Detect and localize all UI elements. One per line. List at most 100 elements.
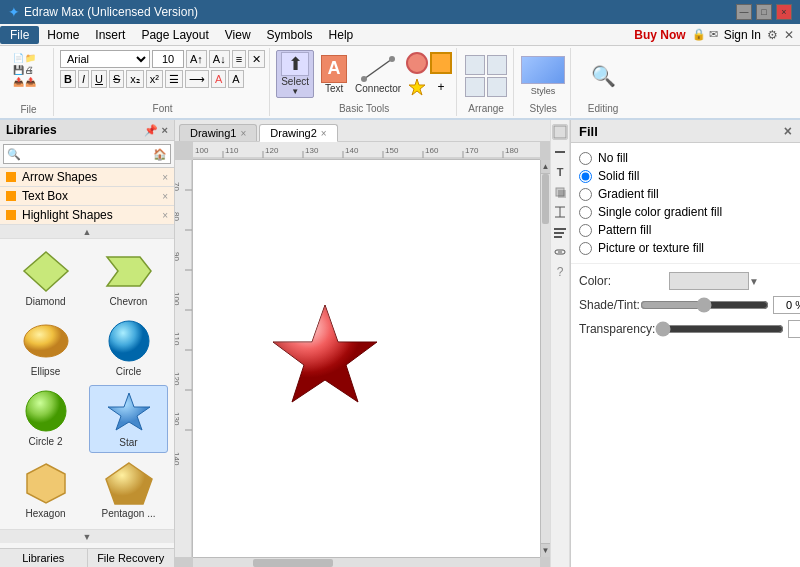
arrow-shapes-close[interactable]: × bbox=[162, 172, 168, 183]
styles-preview[interactable] bbox=[521, 56, 565, 84]
search-home-icon[interactable]: 🏠 bbox=[150, 148, 170, 161]
font-color-btn[interactable]: A bbox=[211, 70, 226, 88]
fill-option-none[interactable]: No fill bbox=[579, 149, 792, 167]
file-menu[interactable]: File bbox=[0, 26, 39, 44]
shape-pentagon[interactable]: Pentagon ... bbox=[89, 457, 168, 523]
tab1-close[interactable]: × bbox=[240, 128, 246, 139]
shape-extra-btn[interactable] bbox=[406, 76, 428, 98]
superscript-btn[interactable]: x² bbox=[146, 70, 163, 88]
fill-option-single-gradient[interactable]: Single color gradient fill bbox=[579, 203, 792, 221]
link-icon-btn[interactable] bbox=[552, 244, 568, 260]
fill-option-texture[interactable]: Picture or texture fill bbox=[579, 239, 792, 257]
file-btn[interactable]: 📄 📁 💾 🖨 📤 📤 bbox=[8, 50, 48, 102]
fill-option-gradient[interactable]: Gradient fill bbox=[579, 185, 792, 203]
connector-tool-btn[interactable]: Connector bbox=[354, 50, 402, 98]
tab-drawing1[interactable]: Drawing1 × bbox=[179, 124, 257, 141]
fill-option-pattern[interactable]: Pattern fill bbox=[579, 221, 792, 239]
shade-value[interactable] bbox=[773, 296, 800, 314]
shape-circle[interactable]: Circle bbox=[89, 315, 168, 381]
shadow-icon-btn[interactable] bbox=[552, 184, 568, 200]
font-grow-btn[interactable]: A↑ bbox=[186, 50, 207, 68]
fill-close[interactable]: × bbox=[784, 123, 792, 139]
menu-help[interactable]: Help bbox=[321, 26, 362, 44]
transparency-value[interactable] bbox=[788, 320, 800, 338]
shape-square-btn[interactable] bbox=[430, 52, 452, 74]
shape-circle-btn[interactable] bbox=[406, 52, 428, 74]
textbox-close[interactable]: × bbox=[162, 191, 168, 202]
menu-home[interactable]: Home bbox=[39, 26, 87, 44]
scroll-down-btn[interactable]: ▼ bbox=[0, 529, 174, 543]
shape-diamond[interactable]: Diamond bbox=[6, 245, 85, 311]
canvas[interactable] bbox=[193, 160, 540, 557]
shape-plus-btn[interactable]: + bbox=[430, 76, 452, 98]
select-dropdown[interactable]: ▼ bbox=[291, 87, 299, 96]
title-bar-controls[interactable]: — □ × bbox=[736, 4, 792, 20]
fill-gradient-radio[interactable] bbox=[579, 188, 592, 201]
close-app-icon[interactable]: ✕ bbox=[784, 28, 794, 42]
sign-in-link[interactable]: Sign In bbox=[724, 28, 761, 42]
indent-btn[interactable]: ⟶ bbox=[185, 70, 209, 88]
fill-none-radio[interactable] bbox=[579, 152, 592, 165]
clear-format-btn[interactable]: ✕ bbox=[248, 50, 265, 68]
arrange-btn2[interactable] bbox=[487, 55, 507, 75]
shape-star[interactable]: Star bbox=[89, 385, 168, 453]
tab-drawing2[interactable]: Drawing2 × bbox=[259, 124, 337, 142]
arrange-btn1[interactable] bbox=[465, 55, 485, 75]
scroll-up-btn[interactable]: ▲ bbox=[0, 225, 174, 239]
strikethrough-btn[interactable]: S bbox=[109, 70, 124, 88]
menu-insert[interactable]: Insert bbox=[87, 26, 133, 44]
bold-btn[interactable]: B bbox=[60, 70, 76, 88]
font-size-input[interactable] bbox=[152, 50, 184, 68]
fill-texture-radio[interactable] bbox=[579, 242, 592, 255]
list-btn[interactable]: ☰ bbox=[165, 70, 183, 88]
file-recovery-btn[interactable]: File Recovery bbox=[88, 549, 175, 567]
menu-symbols[interactable]: Symbols bbox=[259, 26, 321, 44]
select-tool-btn[interactable]: ⬆ Select ▼ bbox=[276, 50, 314, 98]
italic-btn[interactable]: I bbox=[78, 70, 89, 88]
shape-chevron[interactable]: Chevron bbox=[89, 245, 168, 311]
underline-btn[interactable]: U bbox=[91, 70, 107, 88]
text-align-btn[interactable]: ≡ bbox=[232, 50, 246, 68]
help-icon-btn[interactable]: ? bbox=[552, 264, 568, 280]
paragraph-icon-btn[interactable] bbox=[552, 224, 568, 240]
shape-ellipse[interactable]: Ellipse bbox=[6, 315, 85, 381]
subscript-btn[interactable]: x₂ bbox=[126, 70, 144, 88]
close-button[interactable]: × bbox=[776, 4, 792, 20]
maximize-button[interactable]: □ bbox=[756, 4, 772, 20]
fill-single-gradient-radio[interactable] bbox=[579, 206, 592, 219]
minimize-button[interactable]: — bbox=[736, 4, 752, 20]
search-input[interactable] bbox=[24, 145, 150, 163]
text-tool-btn[interactable]: A Text bbox=[318, 50, 350, 98]
menu-view[interactable]: View bbox=[217, 26, 259, 44]
library-item-highlight[interactable]: Highlight Shapes × bbox=[0, 206, 174, 225]
size-icon-btn[interactable] bbox=[552, 204, 568, 220]
libraries-btn[interactable]: Libraries bbox=[0, 549, 88, 567]
line-icon-btn[interactable] bbox=[552, 144, 568, 160]
panel-pin-icon[interactable]: 📌 bbox=[144, 124, 158, 137]
panel-close-icon[interactable]: × bbox=[162, 124, 168, 137]
library-item-textbox[interactable]: Text Box × bbox=[0, 187, 174, 206]
shape-circle2[interactable]: Circle 2 bbox=[6, 385, 85, 453]
arrange-btn4[interactable] bbox=[487, 77, 507, 97]
font-shrink-btn[interactable]: A↓ bbox=[209, 50, 230, 68]
v-scrollbar[interactable]: ▲ ▼ bbox=[540, 160, 550, 557]
h-scroll-thumb[interactable] bbox=[253, 559, 333, 567]
highlight-btn[interactable]: A bbox=[228, 70, 243, 88]
shape-hexagon[interactable]: Hexagon bbox=[6, 457, 85, 523]
fill-solid-radio[interactable] bbox=[579, 170, 592, 183]
h-scrollbar[interactable] bbox=[193, 557, 540, 567]
scroll-up-arrow[interactable]: ▲ bbox=[541, 160, 550, 174]
text-icon-btn[interactable]: T bbox=[552, 164, 568, 180]
highlight-shapes-close[interactable]: × bbox=[162, 210, 168, 221]
v-scroll-thumb[interactable] bbox=[542, 174, 549, 224]
tab2-close[interactable]: × bbox=[321, 128, 327, 139]
library-item-arrow[interactable]: Arrow Shapes × bbox=[0, 168, 174, 187]
arrange-btn3[interactable] bbox=[465, 77, 485, 97]
fill-icon-btn[interactable] bbox=[552, 124, 568, 140]
fill-option-solid[interactable]: Solid fill bbox=[579, 167, 792, 185]
fill-pattern-radio[interactable] bbox=[579, 224, 592, 237]
font-name-select[interactable]: Arial bbox=[60, 50, 150, 68]
settings-icon[interactable]: ⚙ bbox=[767, 28, 778, 42]
canvas-star[interactable] bbox=[265, 300, 385, 418]
buy-now-link[interactable]: Buy Now bbox=[634, 28, 685, 42]
